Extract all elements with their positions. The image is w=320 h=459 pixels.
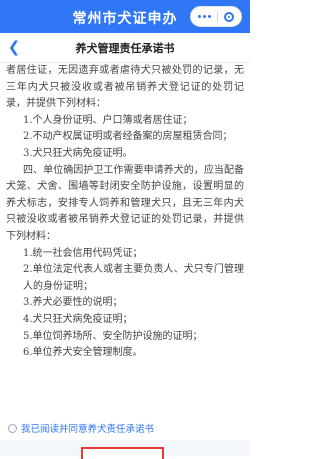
commitment-content: 者居住证，无因遗弃或者虐待犬只被处罚的记录，无三年内犬只被没收或者被吊销养犬登记… (6, 63, 244, 418)
agreement-row[interactable]: 我已阅读并同意养犬责任承诺书 (0, 420, 250, 436)
list-item: 1.统一社会信用代码凭证； (23, 247, 143, 259)
close-circle-icon[interactable] (224, 11, 234, 22)
agree-radio[interactable] (8, 423, 17, 433)
more-dots-icon[interactable] (198, 15, 211, 18)
agree-label[interactable]: 我已阅读并同意养犬责任承诺书 (21, 421, 154, 435)
paragraph-3-tail: 者居住证，无因遗弃或者虐待犬只被处罚的记录，无三年内犬只被没收或者被吊销养犬登记… (6, 65, 244, 110)
list-item: 4.犬只狂犬病免疫证明； (23, 313, 133, 325)
list-item: 1.个人身份证明、户口簿或者居住证； (23, 114, 193, 126)
app-header: 常州市犬证申办 (0, 0, 250, 33)
list-item: 3.犬只狂犬病免疫证明。 (23, 147, 133, 159)
list-item: 2.单位法定代表人或者主要负责人、犬只专门管理人的身份证明； (23, 264, 244, 292)
list-item: 3.养犬必要性的说明； (23, 297, 123, 309)
list-item: 6.单位养犬安全管理制度。 (23, 347, 143, 359)
capsule-divider (217, 11, 218, 22)
page-subbar: ❮ 养犬管理责任承诺书 (0, 33, 250, 63)
page-title: 养犬管理责任承诺书 (75, 42, 175, 55)
confirm-button[interactable] (81, 447, 164, 459)
paragraph-4: 四、单位确因护卫工作需要申请养犬的，应当配备犬笼、犬舍、围墙等封闭安全防护设施，… (6, 164, 244, 242)
list-item: 2.不动产权属证明或者经备案的房屋租赁合同； (23, 131, 233, 143)
list-item: 5.单位饲养场所、安全防护设施的证明； (23, 330, 203, 342)
miniapp-capsule (190, 6, 242, 27)
